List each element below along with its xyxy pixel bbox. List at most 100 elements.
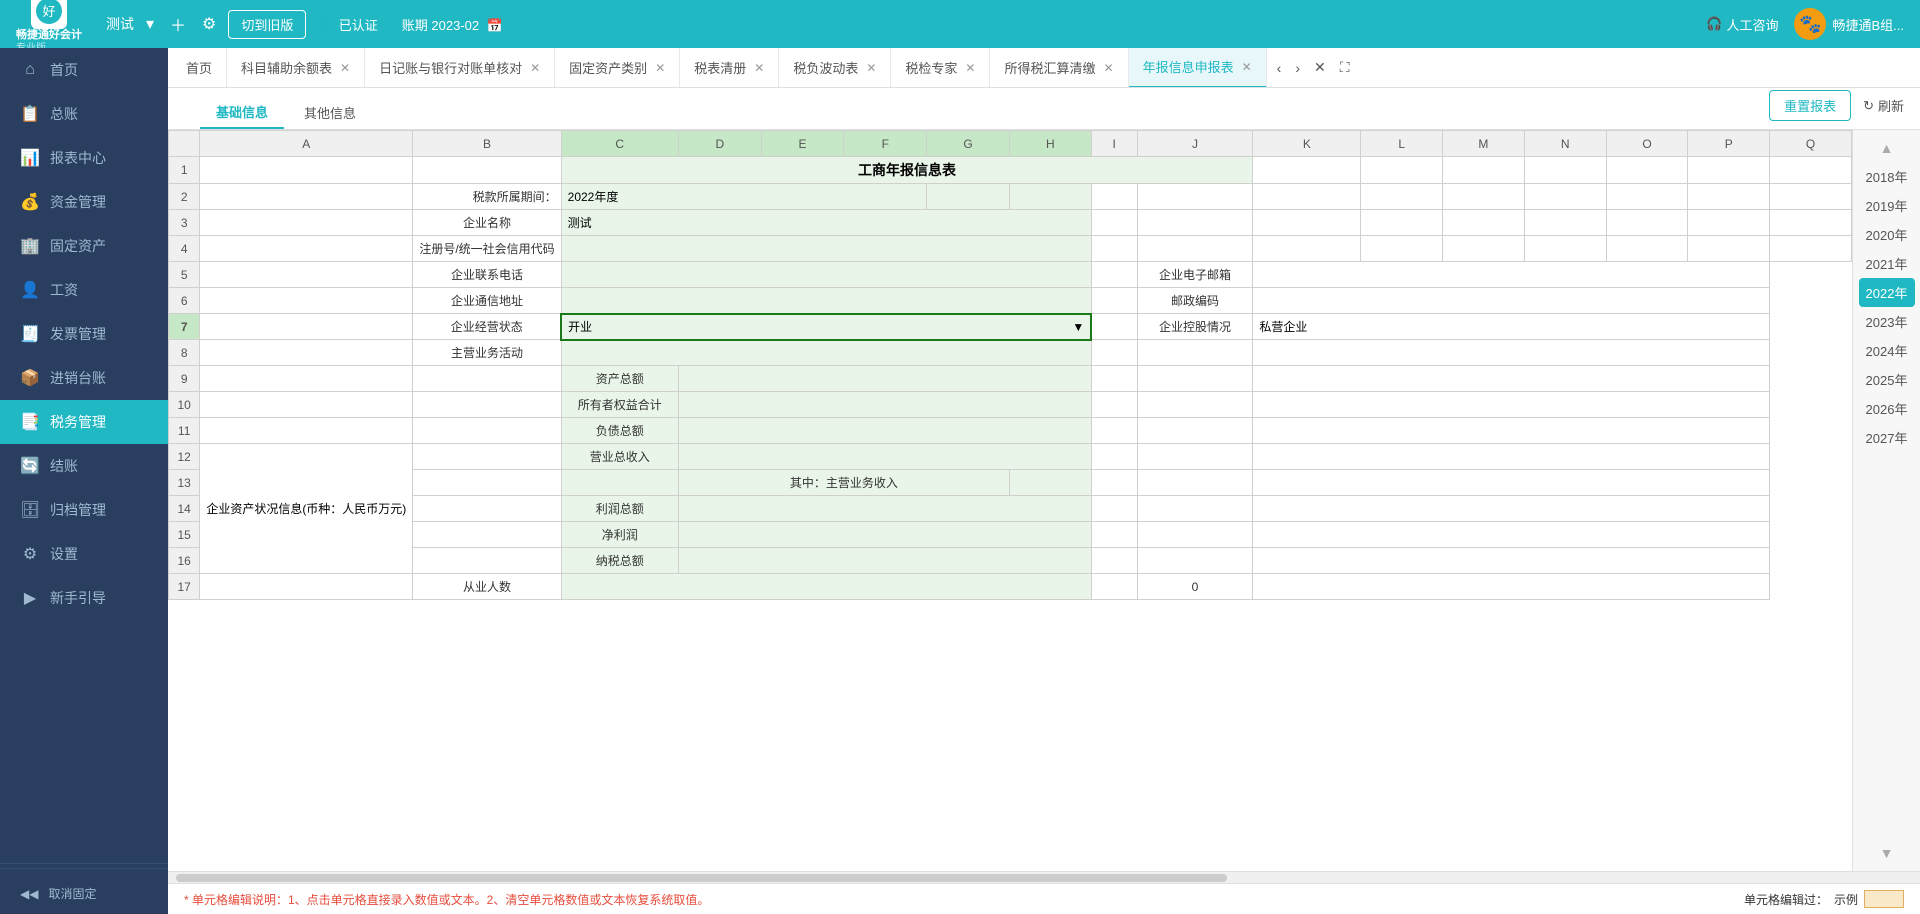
col-D[interactable]: D <box>678 131 761 157</box>
cell-3-B[interactable]: 企业名称 <box>413 210 561 236</box>
year-2019[interactable]: 2019年 <box>1859 191 1915 220</box>
cell-4-K[interactable] <box>1253 236 1361 262</box>
h-scrollbar[interactable] <box>168 871 1920 883</box>
cell-14-J[interactable] <box>1137 496 1253 522</box>
cell-8-K[interactable] <box>1253 340 1770 366</box>
cell-11-B[interactable] <box>413 418 561 444</box>
col-I[interactable]: I <box>1091 131 1137 157</box>
cell-1-A[interactable] <box>200 157 413 184</box>
cell-16-K[interactable] <box>1253 548 1770 574</box>
tab-annual-report-close[interactable]: ✕ <box>1242 60 1252 74</box>
col-Q[interactable]: Q <box>1770 131 1852 157</box>
cell-1-N[interactable] <box>1524 157 1606 184</box>
tab-tax-expert[interactable]: 税检专家 ✕ <box>891 48 990 88</box>
tab-annual-report[interactable]: 年报信息申报表 ✕ <box>1129 48 1267 88</box>
cell-2-I[interactable] <box>1091 184 1137 210</box>
tab-prev-btn[interactable]: ‹ <box>1271 55 1288 80</box>
cell-13-K[interactable] <box>1253 470 1770 496</box>
cell-17-C[interactable] <box>561 574 1091 600</box>
cell-9-K[interactable] <box>1253 366 1770 392</box>
cell-14-I[interactable] <box>1091 496 1137 522</box>
cell-1-B[interactable] <box>413 157 561 184</box>
cell-2-L[interactable] <box>1361 184 1443 210</box>
spreadsheet-wrapper[interactable]: A B C D E F G H I J K L <box>168 130 1852 871</box>
tab-fixed-asset-cat-close[interactable]: ✕ <box>655 61 665 75</box>
cell-10-B[interactable] <box>413 392 561 418</box>
cell-10-D[interactable] <box>678 392 1091 418</box>
cell-5-K[interactable] <box>1253 262 1770 288</box>
cell-13-I[interactable] <box>1091 470 1137 496</box>
sidebar-item-archive[interactable]: 🗄 归档管理 <box>0 488 168 532</box>
cell-5-B[interactable]: 企业联系电话 <box>413 262 561 288</box>
sidebar-item-home[interactable]: ⌂ 首页 <box>0 48 168 92</box>
sidebar-item-settlement[interactable]: 🔄 结账 <box>0 444 168 488</box>
cell-13-H[interactable] <box>1009 470 1091 496</box>
cell-3-K[interactable] <box>1253 210 1361 236</box>
cell-17-K[interactable] <box>1253 574 1770 600</box>
cell-11-J[interactable] <box>1137 418 1253 444</box>
col-F[interactable]: F <box>844 131 927 157</box>
cell-4-N[interactable] <box>1524 236 1606 262</box>
cell-10-K[interactable] <box>1253 392 1770 418</box>
cell-17-A[interactable] <box>200 574 413 600</box>
year-2024[interactable]: 2024年 <box>1859 336 1915 365</box>
cell-13-D[interactable]: 其中：主营业务收入 <box>678 470 1009 496</box>
settings-btn[interactable]: ⚙ <box>198 10 220 38</box>
year-2018[interactable]: 2018年 <box>1859 162 1915 191</box>
cell-12-K[interactable] <box>1253 444 1770 470</box>
cell-7-B[interactable]: 企业经营状态 <box>413 314 561 340</box>
col-N[interactable]: N <box>1524 131 1606 157</box>
col-L[interactable]: L <box>1361 131 1443 157</box>
tab-fixed-asset-cat[interactable]: 固定资产类别 ✕ <box>555 48 680 88</box>
cell-1-title[interactable]: 工商年报信息表 <box>561 157 1253 184</box>
cell-11-C[interactable]: 负债总额 <box>561 418 678 444</box>
tab-income-tax[interactable]: 所得税汇算清缴 ✕ <box>990 48 1128 88</box>
cell-7-I[interactable] <box>1091 314 1137 340</box>
cell-15-J[interactable] <box>1137 522 1253 548</box>
cell-4-C[interactable] <box>561 236 1091 262</box>
col-M[interactable]: M <box>1442 131 1524 157</box>
cell-10-I[interactable] <box>1091 392 1137 418</box>
cell-3-L[interactable] <box>1361 210 1443 236</box>
cell-1-K[interactable] <box>1253 157 1361 184</box>
cell-1-O[interactable] <box>1606 157 1688 184</box>
cell-8-B[interactable]: 主营业务活动 <box>413 340 561 366</box>
consult-btn[interactable]: 🎧 人工咨询 <box>1706 15 1778 34</box>
workspace-dropdown-btn[interactable]: ▾ <box>142 10 158 38</box>
cell-2-O[interactable] <box>1606 184 1688 210</box>
cell-17-I[interactable] <box>1091 574 1137 600</box>
year-2020[interactable]: 2020年 <box>1859 220 1915 249</box>
sidebar-item-tax[interactable]: 📑 税务管理 <box>0 400 168 444</box>
cell-3-M[interactable] <box>1442 210 1524 236</box>
cell-7-K[interactable]: 私营企业 <box>1253 314 1770 340</box>
cell-4-P[interactable] <box>1688 236 1770 262</box>
cell-5-A[interactable] <box>200 262 413 288</box>
cell-12-D[interactable] <box>678 444 1091 470</box>
col-P[interactable]: P <box>1688 131 1770 157</box>
cell-15-B[interactable] <box>413 522 561 548</box>
cell-3-O[interactable] <box>1606 210 1688 236</box>
cell-4-O[interactable] <box>1606 236 1688 262</box>
cell-16-D[interactable] <box>678 548 1091 574</box>
year-2023[interactable]: 2023年 <box>1859 307 1915 336</box>
cell-2-J[interactable] <box>1137 184 1253 210</box>
tab-tax-return-close[interactable]: ✕ <box>754 61 764 75</box>
cell-12-B[interactable] <box>413 444 561 470</box>
cell-10-C[interactable]: 所有者权益合计 <box>561 392 678 418</box>
cell-9-D[interactable] <box>678 366 1091 392</box>
refresh-btn[interactable]: ↻ 刷新 <box>1863 96 1904 115</box>
cell-8-I[interactable] <box>1091 340 1137 366</box>
year-scroll-down-btn[interactable]: ▼ <box>1880 843 1894 863</box>
col-H[interactable]: H <box>1009 131 1091 157</box>
cell-11-K[interactable] <box>1253 418 1770 444</box>
sidebar-item-inventory[interactable]: 📦 进销台账 <box>0 356 168 400</box>
cell-10-A[interactable] <box>200 392 413 418</box>
cell-6-B[interactable]: 企业通信地址 <box>413 288 561 314</box>
tab-journal-bank[interactable]: 日记账与银行对账单核对 ✕ <box>365 48 555 88</box>
cell-11-A[interactable] <box>200 418 413 444</box>
col-K[interactable]: K <box>1253 131 1361 157</box>
cell-17-B[interactable]: 从业人数 <box>413 574 561 600</box>
cell-1-P[interactable] <box>1688 157 1770 184</box>
cell-11-D[interactable] <box>678 418 1091 444</box>
cell-7-J[interactable]: 企业控股情况 <box>1137 314 1253 340</box>
